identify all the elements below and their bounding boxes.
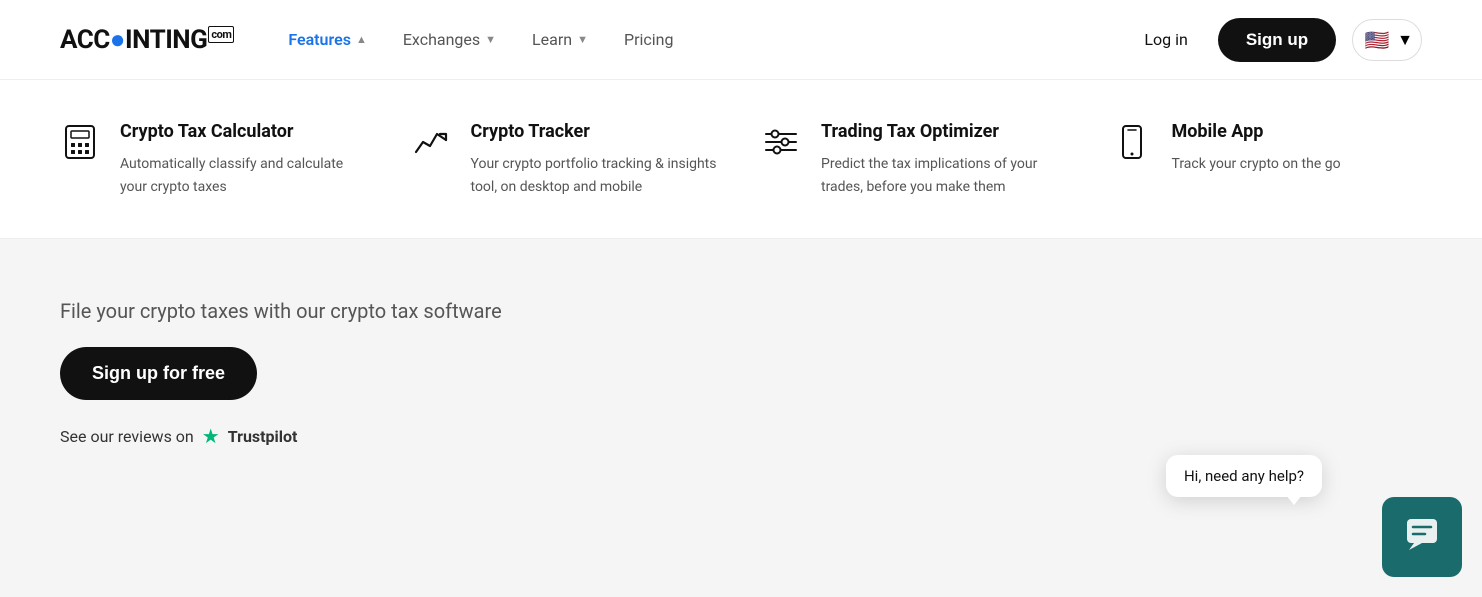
feature-crypto-tracker-desc: Your crypto portfolio tracking & insight…	[471, 153, 722, 198]
feature-mobile-app-desc: Track your crypto on the go	[1172, 153, 1341, 175]
nav-item-exchanges[interactable]: Exchanges ▼	[389, 22, 510, 57]
logo-text: ACC●INTINGcom	[60, 24, 234, 55]
hero-section: File your crypto taxes with our crypto t…	[0, 239, 1482, 488]
feature-trading-tax-content: Trading Tax Optimizer Predict the tax im…	[821, 120, 1072, 198]
feature-crypto-tax-title: Crypto Tax Calculator	[120, 120, 371, 143]
login-button[interactable]: Log in	[1130, 22, 1201, 57]
chevron-down-icon: ▼	[577, 33, 588, 46]
logo[interactable]: ACC●INTINGcom	[60, 24, 234, 55]
feature-mobile-app-content: Mobile App Track your crypto on the go	[1172, 120, 1341, 176]
feature-trading-tax-desc: Predict the tax implications of your tra…	[821, 153, 1072, 198]
trustpilot-name: Trustpilot	[228, 427, 298, 446]
nav-actions: Log in Sign up 🇺🇸 ▼	[1130, 18, 1422, 62]
feature-crypto-tax-content: Crypto Tax Calculator Automatically clas…	[120, 120, 371, 198]
chevron-down-icon: ▼	[1397, 30, 1413, 50]
feature-crypto-tax-desc: Automatically classify and calculate you…	[120, 153, 371, 198]
feature-crypto-tracker-title: Crypto Tracker	[471, 120, 722, 143]
nav-item-features[interactable]: Features ▲	[274, 22, 380, 57]
nav-item-pricing[interactable]: Pricing	[610, 22, 688, 57]
mobile-icon	[1112, 122, 1152, 162]
feature-crypto-tracker-content: Crypto Tracker Your crypto portfolio tra…	[471, 120, 722, 198]
feature-trading-tax-title: Trading Tax Optimizer	[821, 120, 1072, 143]
chevron-up-icon: ▲	[356, 33, 367, 46]
signup-button[interactable]: Sign up	[1218, 18, 1336, 62]
feature-mobile-app[interactable]: Mobile App Track your crypto on the go	[1112, 120, 1423, 198]
chat-bubble-text: Hi, need any help?	[1184, 467, 1304, 485]
chart-icon	[411, 122, 451, 162]
chat-button[interactable]	[1382, 497, 1462, 577]
nav-item-learn[interactable]: Learn ▼	[518, 22, 602, 57]
calculator-icon	[60, 122, 100, 162]
flag-icon: 🇺🇸	[1361, 24, 1393, 56]
trustpilot-star-icon: ★	[202, 424, 220, 448]
feature-mobile-app-title: Mobile App	[1172, 120, 1341, 143]
chat-icon	[1404, 516, 1440, 559]
feature-crypto-tracker[interactable]: Crypto Tracker Your crypto portfolio tra…	[411, 120, 722, 198]
trustpilot-row: See our reviews on ★ Trustpilot	[60, 424, 1422, 448]
navbar: ACC●INTINGcom Features ▲ Exchanges ▼ Lea…	[0, 0, 1482, 80]
signup-free-button[interactable]: Sign up for free	[60, 347, 257, 400]
hero-subtitle: File your crypto taxes with our crypto t…	[60, 299, 1422, 323]
feature-trading-tax-optimizer[interactable]: Trading Tax Optimizer Predict the tax im…	[761, 120, 1072, 198]
language-selector[interactable]: 🇺🇸 ▼	[1352, 19, 1422, 61]
main-nav: Features ▲ Exchanges ▼ Learn ▼ Pricing	[274, 22, 1130, 57]
feature-crypto-tax-calculator[interactable]: Crypto Tax Calculator Automatically clas…	[60, 120, 371, 198]
chat-bubble: Hi, need any help?	[1166, 455, 1322, 497]
trustpilot-prefix: See our reviews on	[60, 427, 194, 446]
chevron-down-icon: ▼	[485, 33, 496, 46]
sliders-icon	[761, 122, 801, 162]
features-dropdown: Crypto Tax Calculator Automatically clas…	[0, 80, 1482, 239]
